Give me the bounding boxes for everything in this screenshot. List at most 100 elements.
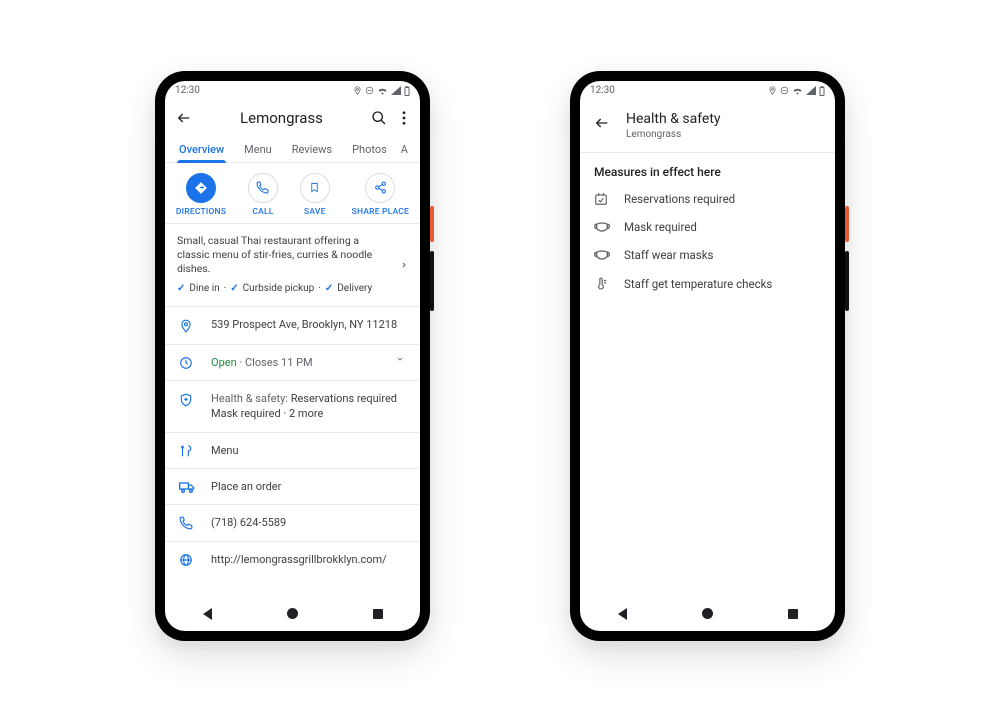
call-label: CALL — [252, 207, 273, 217]
shield-plus-icon — [179, 392, 193, 408]
phone-row[interactable]: (718) 624-5589 — [165, 505, 420, 541]
nav-recents[interactable] — [373, 609, 383, 619]
share-label: SHARE PLACE — [352, 207, 409, 217]
check-icon: ✓ — [177, 282, 185, 296]
nav-bar — [580, 597, 835, 631]
screen-left: 12:30 Lemongrass Overview Menu — [165, 81, 420, 631]
health-item-mask: Mask required — [580, 213, 835, 241]
action-row: DIRECTIONS CALL SAVE SHARE PLACE — [165, 163, 420, 224]
website-row[interactable]: http://lemongrassgrillbrokklyn.com/ — [165, 542, 420, 577]
clock-icon — [179, 356, 193, 370]
share-button[interactable]: SHARE PLACE — [352, 173, 409, 217]
arrow-back-icon — [176, 110, 192, 126]
status-icons — [768, 86, 825, 96]
screen-right: 12:30 Health & safety Lemongrass Measure… — [580, 81, 835, 631]
back-button[interactable] — [175, 109, 193, 127]
order-text: Place an order — [211, 479, 406, 494]
health-item-staff-mask: Staff wear masks — [580, 241, 835, 269]
health-item-label: Reservations required — [624, 192, 735, 206]
status-bar: 12:30 — [165, 81, 420, 101]
signal-icon — [806, 86, 816, 95]
thermometer-icon — [594, 276, 608, 292]
health-safety-row[interactable]: Health & safety: Reservations requiredMa… — [165, 381, 420, 433]
arrow-back-icon — [594, 115, 610, 131]
nav-home[interactable] — [702, 608, 713, 619]
save-button[interactable]: SAVE — [300, 173, 330, 217]
health-item-reservations: Reservations required — [580, 185, 835, 213]
health-item-label: Staff wear masks — [624, 248, 713, 262]
tab-overview[interactable]: Overview — [169, 135, 234, 162]
calendar-icon — [594, 192, 608, 206]
wifi-icon — [792, 86, 803, 95]
call-button[interactable]: CALL — [248, 173, 278, 217]
service-options: ✓Dine in· ✓Curbside pickup· ✓Delivery — [177, 282, 394, 296]
tab-menu[interactable]: Menu — [234, 135, 282, 162]
directions-label: DIRECTIONS — [176, 207, 226, 217]
health-item-temperature: Staff get temperature checks — [580, 269, 835, 299]
chevron-right-icon — [400, 259, 408, 271]
bookmark-icon — [309, 181, 320, 194]
dnd-icon — [365, 86, 374, 95]
status-time: 12:30 — [175, 85, 200, 96]
dnd-icon — [780, 86, 789, 95]
close-time: · Closes 11 PM — [237, 356, 313, 369]
save-label: SAVE — [304, 207, 326, 217]
menu-row[interactable]: Menu — [165, 433, 420, 469]
restaurant-icon — [179, 444, 193, 458]
check-icon: ✓ — [325, 282, 333, 296]
search-icon — [371, 110, 387, 126]
delivery-icon — [179, 480, 195, 494]
nav-home[interactable] — [287, 608, 298, 619]
nav-back[interactable] — [618, 608, 627, 620]
health-item-label: Staff get temperature checks — [624, 277, 772, 291]
website-text: http://lemongrassgrillbrokklyn.com/ — [211, 552, 406, 567]
mask-icon — [594, 249, 610, 261]
directions-button[interactable]: DIRECTIONS — [176, 173, 226, 217]
location-icon — [768, 86, 777, 95]
address-text: 539 Prospect Ave, Brooklyn, NY 11218 — [211, 317, 406, 332]
wifi-icon — [377, 86, 388, 95]
app-bar: Lemongrass — [165, 101, 420, 135]
directions-icon — [194, 181, 208, 195]
status-time: 12:30 — [590, 85, 615, 96]
health-line2: Mask required · 2 more — [211, 407, 323, 420]
health-line1: Reservations required — [291, 392, 397, 405]
phone-left: 12:30 Lemongrass Overview Menu — [155, 71, 430, 641]
tab-reviews[interactable]: Reviews — [282, 135, 342, 162]
tabs: Overview Menu Reviews Photos A — [165, 135, 420, 163]
mask-icon — [594, 221, 610, 233]
location-icon — [353, 86, 362, 95]
battery-icon — [404, 86, 410, 96]
nav-back[interactable] — [203, 608, 212, 620]
search-button[interactable] — [370, 109, 388, 127]
hours-row[interactable]: Open · Closes 11 PM — [165, 345, 420, 381]
check-icon: ✓ — [230, 282, 238, 296]
nav-recents[interactable] — [788, 609, 798, 619]
open-status: Open — [211, 356, 237, 369]
address-row[interactable]: 539 Prospect Ave, Brooklyn, NY 11218 — [165, 307, 420, 345]
order-row[interactable]: Place an order — [165, 469, 420, 505]
tab-more[interactable]: A — [397, 135, 408, 162]
chevron-down-icon — [394, 355, 406, 363]
page-title: Health & safety — [626, 111, 721, 127]
page-subtitle: Lemongrass — [626, 129, 721, 140]
signal-icon — [391, 86, 401, 95]
tab-photos[interactable]: Photos — [342, 135, 397, 162]
status-icons — [353, 86, 410, 96]
page-title: Lemongrass — [203, 109, 360, 127]
status-bar: 12:30 — [580, 81, 835, 101]
location-icon — [179, 318, 193, 334]
description-row[interactable]: Small, casual Thai restaurant offering a… — [165, 224, 420, 307]
overflow-button[interactable] — [398, 109, 410, 127]
phone-right: 12:30 Health & safety Lemongrass Measure… — [570, 71, 845, 641]
globe-icon — [179, 553, 193, 567]
health-item-label: Mask required — [624, 220, 697, 234]
app-bar: Health & safety Lemongrass — [580, 101, 835, 153]
back-button[interactable] — [594, 111, 610, 131]
section-title: Measures in effect here — [580, 153, 835, 185]
description-text: Small, casual Thai restaurant offering a… — [177, 234, 372, 275]
share-icon — [374, 181, 387, 194]
call-icon — [256, 181, 269, 194]
menu-text: Menu — [211, 443, 406, 458]
battery-icon — [819, 86, 825, 96]
